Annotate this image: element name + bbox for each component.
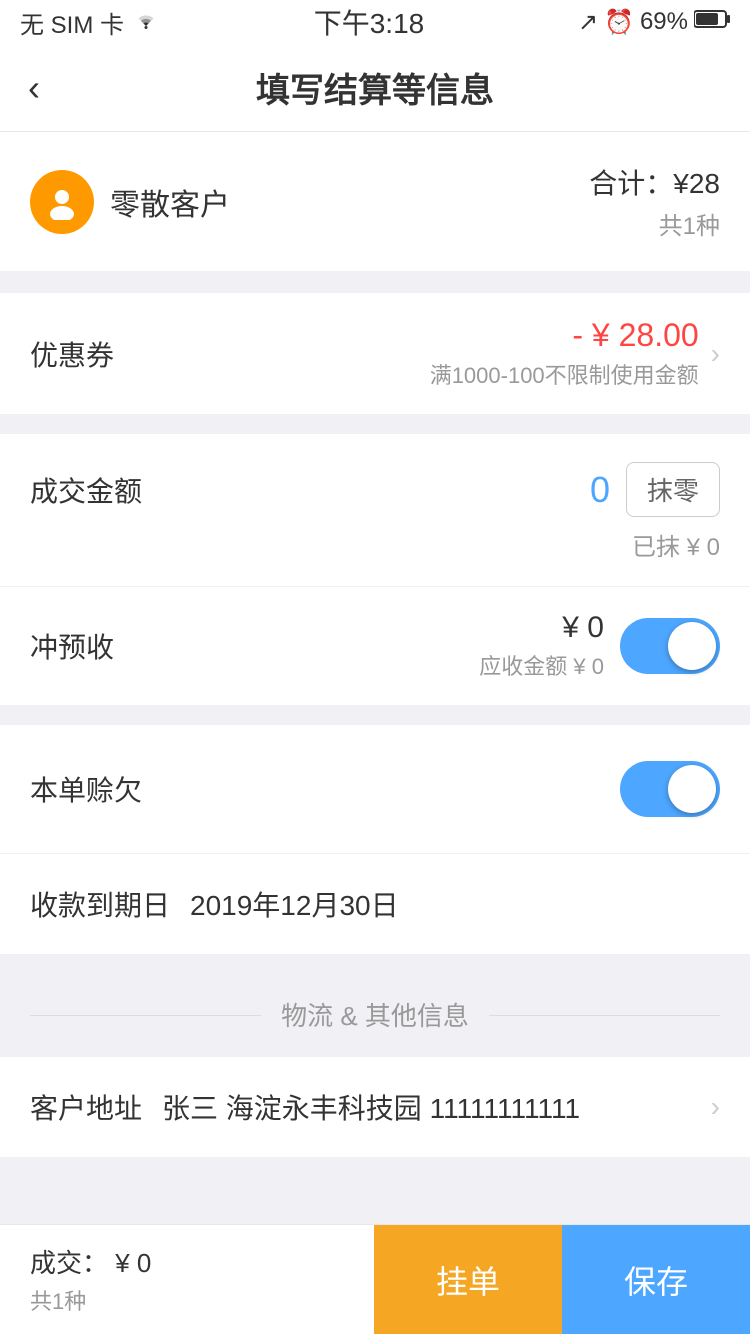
prepayment-toggle[interactable] xyxy=(620,618,720,674)
amount-value[interactable]: 0 xyxy=(590,469,610,511)
coupon-text-block: - ¥ 28.00 满1000-100不限制使用金额 xyxy=(430,317,699,390)
customer-left: 零散客户 xyxy=(30,170,230,234)
divider-4 xyxy=(0,956,750,972)
prepayment-label: 冲预收 xyxy=(30,626,114,666)
wifi-icon xyxy=(132,8,160,37)
address-row[interactable]: 客户地址 张三 海淀永丰科技园 11111111111 › xyxy=(0,1057,750,1157)
content: 零散客户 合计：¥28 共1种 优惠券 - ¥ 28.00 满1000-100不… xyxy=(0,132,750,1277)
prepayment-amount: ¥ 0 xyxy=(479,611,604,645)
address-value: 张三 海淀永丰科技园 11111111111 xyxy=(162,1087,707,1127)
customer-name: 零散客户 xyxy=(110,180,230,224)
bottom-deal-label: 成交： xyxy=(30,1248,108,1278)
bottom-deal: 成交： ¥ 0 xyxy=(30,1243,344,1280)
round-button[interactable]: 抹零 xyxy=(626,462,720,517)
logistics-header-text: 物流 & 其他信息 xyxy=(261,996,489,1033)
customer-section: 零散客户 合计：¥28 共1种 xyxy=(0,132,750,271)
prepayment-amount-block: ¥ 0 应收金额 ¥ 0 xyxy=(479,611,604,681)
bottom-deal-amount: ¥ 0 xyxy=(115,1248,151,1278)
amount-right: 0 抹零 xyxy=(590,462,720,517)
due-date-label: 收款到期日 xyxy=(30,884,170,924)
prepayment-right: ¥ 0 应收金额 ¥ 0 xyxy=(479,611,720,681)
back-button[interactable]: ‹ xyxy=(28,67,40,109)
prepayment-sub: 应收金额 ¥ 0 xyxy=(479,649,604,681)
no-sim-text: 无 SIM 卡 xyxy=(20,5,124,40)
address-chevron-icon: › xyxy=(711,1091,720,1123)
amount-label: 成交金额 xyxy=(30,470,142,510)
divider-1 xyxy=(0,273,750,293)
page-title: 填写结算等信息 xyxy=(256,63,494,112)
location-icon: ↗ xyxy=(578,8,598,37)
due-date-row: 收款到期日 2019年12月30日 xyxy=(0,853,750,954)
status-right: ↗ ⏰ 69% xyxy=(578,8,730,37)
nav-bar: ‹ 填写结算等信息 xyxy=(0,44,750,132)
hang-button[interactable]: 挂单 xyxy=(374,1225,562,1334)
divider-3 xyxy=(0,705,750,725)
save-button[interactable]: 保存 xyxy=(562,1225,750,1334)
bottom-info: 成交： ¥ 0 共1种 xyxy=(0,1243,374,1316)
address-label: 客户地址 xyxy=(30,1087,142,1127)
battery-icon xyxy=(694,8,730,36)
coupon-right: - ¥ 28.00 满1000-100不限制使用金额 › xyxy=(430,317,720,390)
coupon-chevron-icon: › xyxy=(711,338,720,370)
amount-section: 成交金额 0 抹零 已抹 ¥ 0 冲预收 ¥ 0 应收金额 ¥ 0 xyxy=(0,434,750,705)
coupon-row[interactable]: 优惠券 - ¥ 28.00 满1000-100不限制使用金额 › xyxy=(0,293,750,414)
status-time: 下午3:18 xyxy=(314,2,425,42)
customer-count: 共1种 xyxy=(589,206,720,241)
coupon-discount: - ¥ 28.00 xyxy=(430,317,699,354)
amount-sub: 已抹 ¥ 0 xyxy=(0,527,750,586)
amount-row: 成交金额 0 抹零 xyxy=(0,434,750,527)
debt-toggle[interactable] xyxy=(620,761,720,817)
due-date-value[interactable]: 2019年12月30日 xyxy=(190,884,399,924)
coupon-label: 优惠券 xyxy=(30,334,114,374)
customer-avatar xyxy=(30,170,94,234)
debt-section: 本单赊欠 收款到期日 2019年12月30日 xyxy=(0,725,750,954)
debt-label: 本单赊欠 xyxy=(30,769,142,809)
customer-total: 合计：¥28 xyxy=(589,162,720,202)
status-bar: 无 SIM 卡 下午3:18 ↗ ⏰ 69% xyxy=(0,0,750,44)
logistics-header: 物流 & 其他信息 xyxy=(0,972,750,1057)
customer-right: 合计：¥28 共1种 xyxy=(589,162,720,241)
coupon-desc: 满1000-100不限制使用金额 xyxy=(430,358,699,390)
prepayment-row: 冲预收 ¥ 0 应收金额 ¥ 0 xyxy=(0,586,750,705)
battery-text: 69% xyxy=(640,8,688,36)
bottom-count: 共1种 xyxy=(30,1284,344,1316)
status-left: 无 SIM 卡 xyxy=(20,5,160,40)
debt-row: 本单赊欠 xyxy=(0,725,750,853)
alarm-icon: ⏰ xyxy=(604,8,634,37)
divider-2 xyxy=(0,414,750,434)
bottom-bar: 成交： ¥ 0 共1种 挂单 保存 xyxy=(0,1224,750,1334)
